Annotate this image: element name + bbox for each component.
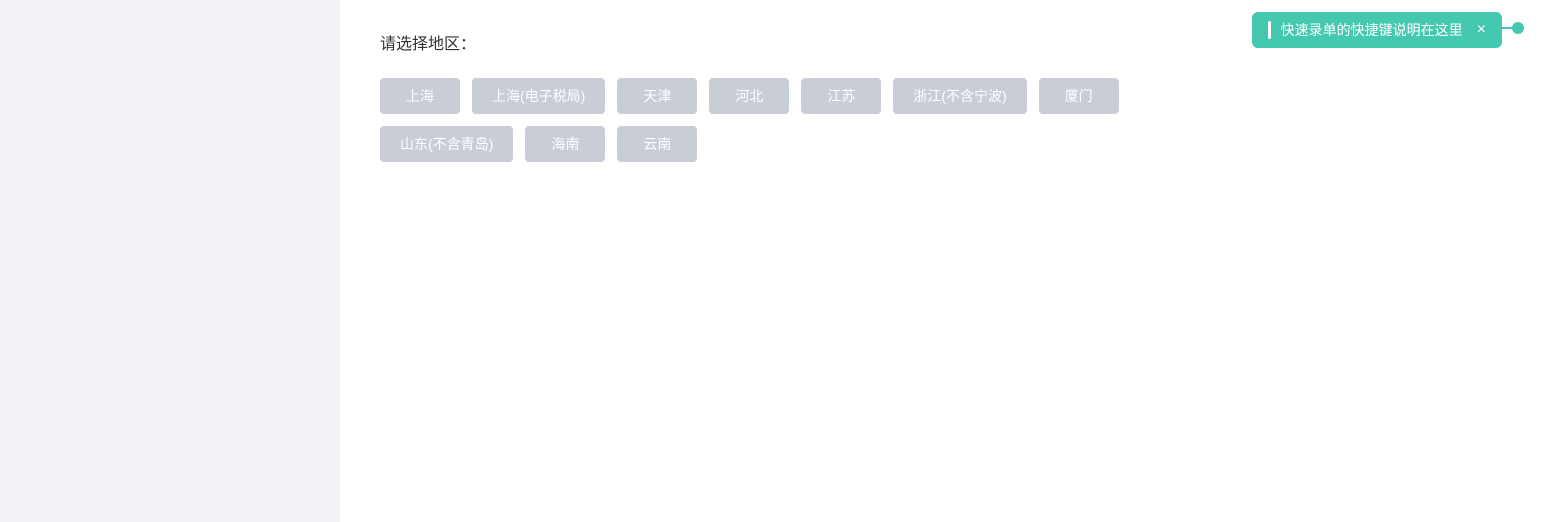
region-btn-zhejiang[interactable]: 浙江(不含宁波) (893, 78, 1026, 114)
region-row-1: 山东(不含青岛) 海南云南 (380, 126, 1522, 162)
sidebar (0, 0, 340, 522)
region-btn-yunnan[interactable]: 云南 (617, 126, 697, 162)
region-btn-tianjin[interactable]: 天津 (617, 78, 697, 114)
tooltip-dot (1512, 22, 1524, 34)
region-btn-shanghai[interactable]: 上海 (380, 78, 460, 114)
tooltip-bar (1268, 21, 1271, 39)
tooltip-line (1500, 27, 1512, 29)
tooltip-text: 快速录单的快捷键说明在这里 (1281, 20, 1463, 40)
region-btn-hebei[interactable]: 河北 (709, 78, 789, 114)
region-btn-shanghai-etax[interactable]: 上海(电子税局) (472, 78, 605, 114)
region-btn-shandong[interactable]: 山东(不含青岛) (380, 126, 513, 162)
tooltip-banner: 快速录单的快捷键说明在这里 × (1252, 12, 1502, 48)
main-content: 请选择地区： 上海上海(电子税局)天津河北江苏浙江(不含宁波)厦门山东(不含青岛… (340, 0, 1562, 522)
region-btn-xiamen[interactable]: 厦门 (1039, 78, 1119, 114)
region-btn-jiangsu[interactable]: 江苏 (801, 78, 881, 114)
region-btn-hainan[interactable]: 海南 (525, 126, 605, 162)
tooltip-close-button[interactable]: × (1477, 22, 1486, 38)
region-row-0: 上海上海(电子税局) 天津河北江苏浙江(不含宁波) 厦门 (380, 78, 1522, 114)
